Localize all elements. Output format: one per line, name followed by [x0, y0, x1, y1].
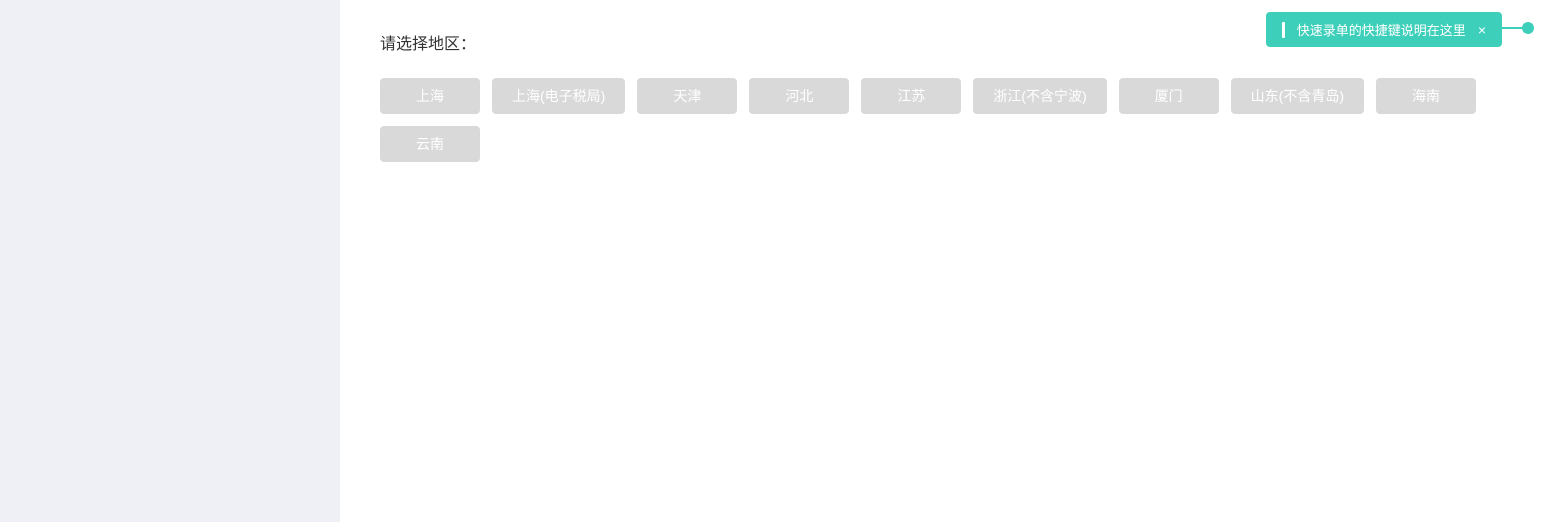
sidebar: [0, 0, 340, 522]
region-button-shanghai-etax[interactable]: 上海(电子税局): [492, 78, 625, 114]
tooltip-banner: 快速录单的快捷键说明在这里 ×: [1266, 12, 1502, 47]
region-button-shanghai[interactable]: 上海: [380, 78, 480, 114]
tooltip-dot: [1522, 22, 1534, 34]
tooltip-text: 快速录单的快捷键说明在这里: [1297, 20, 1466, 39]
region-button-hainan[interactable]: 海南: [1376, 78, 1476, 114]
region-button-hebei[interactable]: 河北: [749, 78, 849, 114]
region-button-jiangsu[interactable]: 江苏: [861, 78, 961, 114]
close-button[interactable]: ×: [1478, 22, 1486, 38]
region-button-tianjin[interactable]: 天津: [637, 78, 737, 114]
tooltip-line: [1502, 27, 1522, 29]
main-content: 请选择地区： 上海上海(电子税局)天津河北江苏浙江(不含宁波)厦门山东(不含青岛…: [340, 0, 1562, 522]
region-button-xiamen[interactable]: 厦门: [1119, 78, 1219, 114]
bar-icon: [1282, 22, 1285, 38]
region-button-zhejiang[interactable]: 浙江(不含宁波): [973, 78, 1106, 114]
region-button-shandong[interactable]: 山东(不含青岛): [1231, 78, 1364, 114]
region-button-yunnan[interactable]: 云南: [380, 126, 480, 162]
region-buttons: 上海上海(电子税局) 天津河北江苏浙江(不含宁波) 厦门山东(不含青岛) 海南云南: [380, 78, 1522, 162]
